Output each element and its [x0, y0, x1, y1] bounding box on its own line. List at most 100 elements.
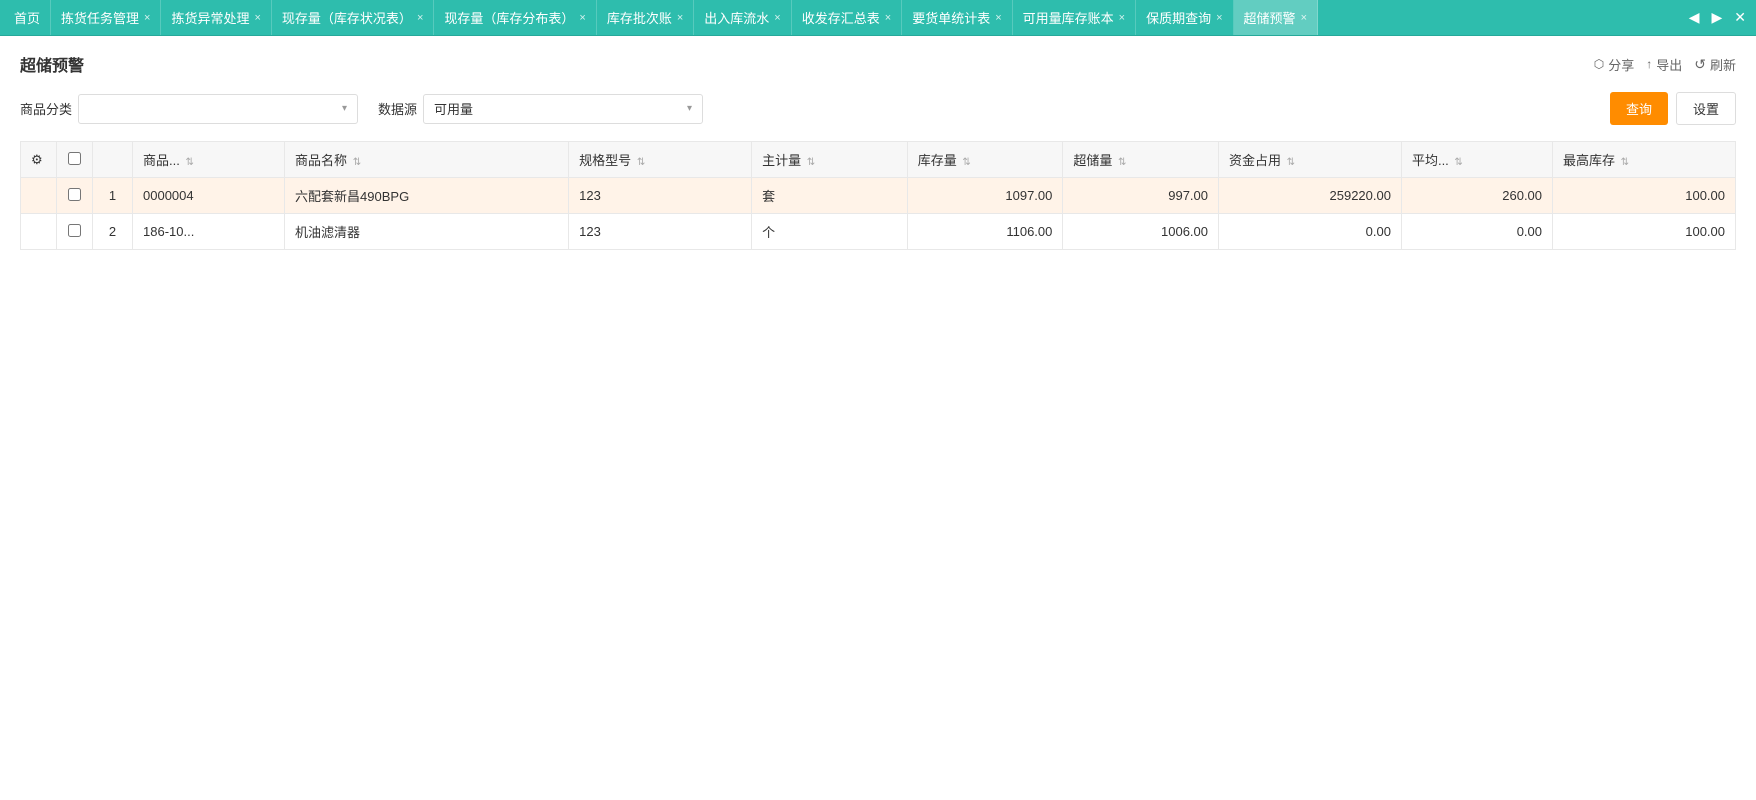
- close-stock-status-tab[interactable]: ×: [417, 12, 423, 24]
- close-expiry-tab[interactable]: ×: [1216, 12, 1222, 24]
- close-abnormal-tab[interactable]: ×: [254, 12, 260, 24]
- sort-product-name-icon: ⇅: [353, 157, 361, 168]
- nav-abnormal[interactable]: 拣货异常处理 ×: [161, 0, 271, 36]
- nav-right-arrow[interactable]: ▶: [1705, 0, 1728, 36]
- col-unit-header[interactable]: 主计量 ⇅: [752, 142, 908, 178]
- nav-available[interactable]: 可用量库存账本 ×: [1013, 0, 1136, 36]
- sort-stock-icon: ⇅: [962, 157, 970, 168]
- row-product-code: 186-10...: [133, 214, 285, 250]
- refresh-icon: ↺: [1694, 56, 1706, 73]
- close-stock-dist-tab[interactable]: ×: [579, 12, 585, 24]
- sort-spec-icon: ⇅: [637, 157, 645, 168]
- sort-unit-icon: ⇅: [807, 157, 815, 168]
- nav-stock-dist[interactable]: 现存量（库存分布表） ×: [434, 0, 596, 36]
- filter-row: 商品分类 ▾ 数据源 可用量 ▾ 查询 设置: [20, 92, 1736, 125]
- gear-icon: ⚙: [31, 152, 43, 167]
- col-maxstock-header[interactable]: 最高库存 ⇅: [1553, 142, 1736, 178]
- share-icon: ⬡: [1594, 57, 1604, 71]
- export-icon: ↑: [1646, 57, 1652, 71]
- nav-order-stat[interactable]: 要货单统计表 ×: [902, 0, 1012, 36]
- page-title: 超储预警: [20, 52, 84, 76]
- datasource-select[interactable]: 可用量 ▾: [423, 94, 703, 124]
- row-checkbox-0[interactable]: [68, 188, 81, 201]
- datasource-label: 数据源: [378, 99, 417, 118]
- table-body: 1 0000004 六配套新昌490BPG 123 套 1097.00 997.…: [21, 178, 1736, 250]
- row-overstock: 1006.00: [1063, 214, 1219, 250]
- row-product-code: 0000004: [133, 178, 285, 214]
- col-capital-header[interactable]: 资金占用 ⇅: [1219, 142, 1402, 178]
- row-max-stock: 100.00: [1553, 178, 1736, 214]
- export-button[interactable]: ↑ 导出: [1646, 55, 1682, 74]
- close-task-tab[interactable]: ×: [144, 12, 150, 24]
- refresh-button[interactable]: ↺ 刷新: [1694, 55, 1736, 74]
- close-inout-tab[interactable]: ×: [774, 12, 780, 24]
- row-stock: 1106.00: [907, 214, 1063, 250]
- row-overstock: 997.00: [1063, 178, 1219, 214]
- table-header-row: ⚙ 商品... ⇅ 商品名称 ⇅ 规格型号 ⇅: [21, 142, 1736, 178]
- sort-overstock-icon: ⇅: [1118, 157, 1126, 168]
- row-index-cell: 2: [93, 214, 133, 250]
- row-index-cell: 1: [93, 178, 133, 214]
- sort-product-code-icon: ⇅: [185, 157, 193, 168]
- col-overstock-header[interactable]: 超储量 ⇅: [1063, 142, 1219, 178]
- row-product-name: 机油滤清器: [285, 214, 569, 250]
- col-stock-header[interactable]: 库存量 ⇅: [907, 142, 1063, 178]
- close-order-stat-tab[interactable]: ×: [995, 12, 1001, 24]
- col-product-code-header[interactable]: 商品... ⇅: [133, 142, 285, 178]
- nav-inout[interactable]: 出入库流水 ×: [694, 0, 791, 36]
- page-header: 超储预警 ⬡ 分享 ↑ 导出 ↺ 刷新: [20, 52, 1736, 76]
- query-button[interactable]: 查询: [1610, 92, 1668, 125]
- col-select-all[interactable]: [57, 142, 93, 178]
- nav-task[interactable]: 拣货任务管理 ×: [51, 0, 161, 36]
- row-unit: 个: [752, 214, 908, 250]
- close-available-tab[interactable]: ×: [1119, 12, 1125, 24]
- header-actions: ⬡ 分享 ↑ 导出 ↺ 刷新: [1594, 55, 1736, 74]
- top-navigation: 首页 拣货任务管理 × 拣货异常处理 × 现存量（库存状况表） × 现存量（库存…: [0, 0, 1756, 36]
- datasource-chevron-icon: ▾: [687, 103, 692, 114]
- close-overstock-tab[interactable]: ×: [1301, 12, 1307, 24]
- category-filter: 商品分类 ▾: [20, 94, 358, 124]
- nav-close-all[interactable]: ✕: [1728, 0, 1752, 36]
- row-avg: 0.00: [1401, 214, 1552, 250]
- row-max-stock: 100.00: [1553, 214, 1736, 250]
- select-all-checkbox[interactable]: [68, 152, 81, 165]
- sort-capital-icon: ⇅: [1287, 157, 1295, 168]
- col-index-header: [93, 142, 133, 178]
- nav-stock-status[interactable]: 现存量（库存状况表） ×: [272, 0, 434, 36]
- datasource-filter: 数据源 可用量 ▾: [378, 94, 703, 124]
- col-gear-header[interactable]: ⚙: [21, 142, 57, 178]
- col-spec-header[interactable]: 规格型号 ⇅: [569, 142, 752, 178]
- nav-home[interactable]: 首页: [4, 0, 51, 36]
- nav-expiry[interactable]: 保质期查询 ×: [1136, 0, 1233, 36]
- nav-batch[interactable]: 库存批次账 ×: [597, 0, 694, 36]
- sort-maxstock-icon: ⇅: [1621, 157, 1629, 168]
- close-collect-tab[interactable]: ×: [885, 12, 891, 24]
- nav-left-arrow[interactable]: ◀: [1683, 0, 1706, 36]
- row-unit: 套: [752, 178, 908, 214]
- row-checkbox-cell[interactable]: [57, 178, 93, 214]
- nav-overstock[interactable]: 超储预警 ×: [1234, 0, 1318, 36]
- table-row: 2 186-10... 机油滤清器 123 个 1106.00 1006.00 …: [21, 214, 1736, 250]
- row-spec: 123: [569, 178, 752, 214]
- row-product-name: 六配套新昌490BPG: [285, 178, 569, 214]
- col-avg-header[interactable]: 平均... ⇅: [1401, 142, 1552, 178]
- row-checkbox-cell[interactable]: [57, 214, 93, 250]
- row-stock: 1097.00: [907, 178, 1063, 214]
- filter-actions: 查询 设置: [1610, 92, 1736, 125]
- nav-collect[interactable]: 收发存汇总表 ×: [792, 0, 902, 36]
- row-gear-cell: [21, 178, 57, 214]
- datasource-select-value: 可用量: [434, 99, 473, 118]
- share-button[interactable]: ⬡ 分享: [1594, 55, 1635, 74]
- row-capital: 259220.00: [1219, 178, 1402, 214]
- row-capital: 0.00: [1219, 214, 1402, 250]
- chevron-down-icon: ▾: [342, 103, 347, 114]
- row-spec: 123: [569, 214, 752, 250]
- nav-arrows: ◀ ▶ ✕: [1683, 0, 1752, 36]
- settings-button[interactable]: 设置: [1676, 92, 1736, 125]
- close-batch-tab[interactable]: ×: [677, 12, 683, 24]
- row-checkbox-1[interactable]: [68, 224, 81, 237]
- category-select[interactable]: ▾: [78, 94, 358, 124]
- page-content: 超储预警 ⬡ 分享 ↑ 导出 ↺ 刷新 商品分类 ▾ 数据源: [0, 36, 1756, 800]
- row-avg: 260.00: [1401, 178, 1552, 214]
- col-product-name-header[interactable]: 商品名称 ⇅: [285, 142, 569, 178]
